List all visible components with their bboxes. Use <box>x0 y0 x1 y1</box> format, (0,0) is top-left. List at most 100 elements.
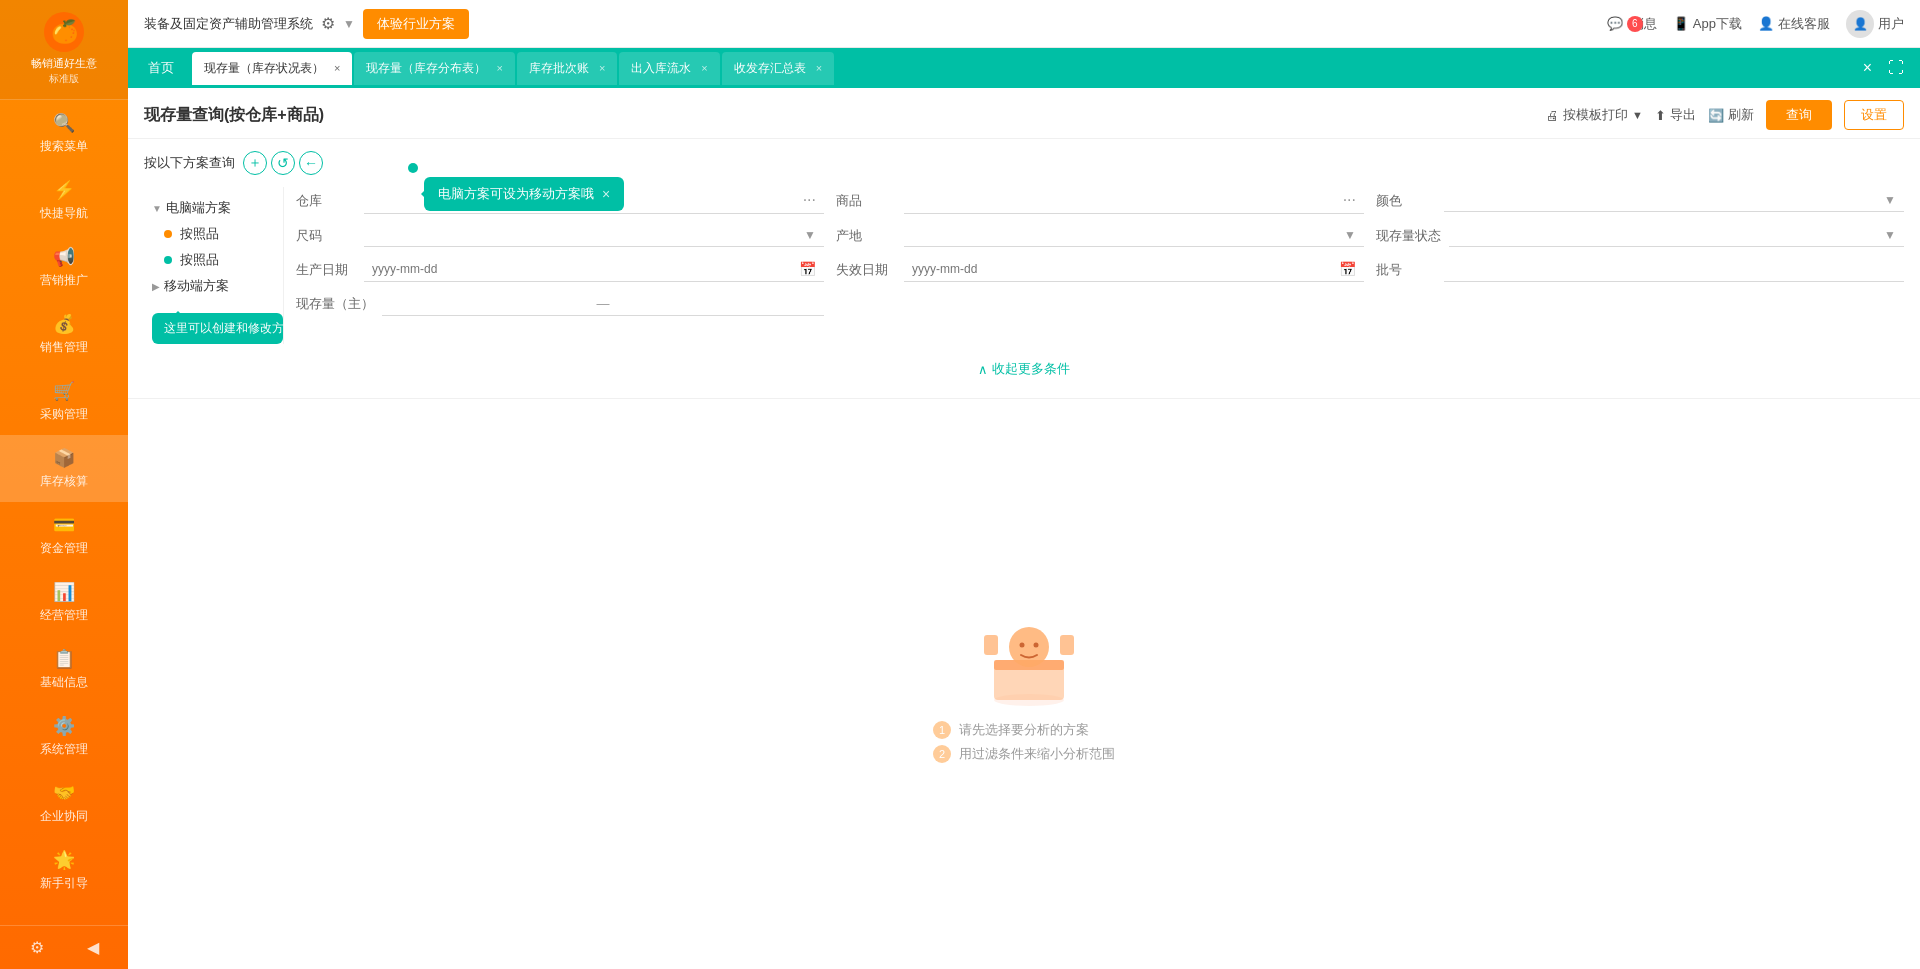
sidebar-item-quicknav[interactable]: ⚡ 快捷导航 <box>0 167 128 234</box>
settings-footer-btn[interactable]: ⚙ <box>26 934 48 961</box>
goods-label: 商品 <box>836 192 896 210</box>
tab-inout-flow[interactable]: 出入库流水 × <box>619 52 719 85</box>
header-left: 装备及固定资产辅助管理系统 ⚙ ▼ 体验行业方案 <box>144 9 469 39</box>
inv-status-label: 现存量状态 <box>1376 227 1441 245</box>
tree-item-sub2[interactable]: 按照品 <box>144 247 283 273</box>
tab-close-1[interactable]: × <box>496 62 502 74</box>
exp-date-calendar-icon[interactable]: 📅 <box>1339 261 1356 277</box>
empty-text: 1 请先选择要分析的方案 2 用过滤条件来缩小分析范围 <box>933 721 1115 763</box>
export-icon: ⬆ <box>1655 108 1666 123</box>
message-btn[interactable]: 💬 6 消息 <box>1607 15 1657 33</box>
collapse-filter-btn[interactable]: ∧ 收起更多条件 <box>144 352 1904 386</box>
main-area: 装备及固定资产辅助管理系统 ⚙ ▼ 体验行业方案 💬 6 消息 📱 App下载 … <box>128 0 1920 969</box>
size-label: 尺码 <box>296 227 356 245</box>
tab-home[interactable]: 首页 <box>132 51 190 85</box>
inv-status-dropdown-icon[interactable]: ▼ <box>1884 228 1896 242</box>
dropdown-arrow-icon[interactable]: ▼ <box>343 17 355 31</box>
tree-item-pc[interactable]: ▼ 电脑端方案 <box>144 195 283 221</box>
exp-date-input[interactable] <box>912 262 1335 276</box>
tab-close-3[interactable]: × <box>701 62 707 74</box>
tab-close-0[interactable]: × <box>334 62 340 74</box>
prod-date-input[interactable] <box>372 262 795 276</box>
svg-point-3 <box>1009 627 1049 667</box>
tree-item-sub1[interactable]: 按照品 <box>144 221 283 247</box>
filter-section-inner: 按以下方案查询 ＋ ↺ ← 电脑方案可设为移动方案哦 × <box>144 151 1904 386</box>
collab-icon: 🤝 <box>53 782 75 804</box>
filter-row-4: 现存量（主） — <box>296 292 1904 316</box>
refresh-btn[interactable]: 🔄 刷新 <box>1708 106 1754 124</box>
tab-inventory-dist[interactable]: 现存量（库存分布表） × <box>354 52 514 85</box>
popup1-close-btn[interactable]: × <box>602 186 610 202</box>
tab-batch-ledger[interactable]: 库存批次账 × <box>517 52 617 85</box>
basic-icon: 📋 <box>53 648 75 670</box>
search-icon: 🔍 <box>53 112 75 134</box>
export-btn[interactable]: ⬆ 导出 <box>1655 106 1696 124</box>
filter-field-inv-qty: 现存量（主） — <box>296 292 824 316</box>
origin-label: 产地 <box>836 227 896 245</box>
inv-qty-label: 现存量（主） <box>296 295 374 313</box>
print-btn[interactable]: 🖨 按模板打印 ▼ <box>1546 106 1643 124</box>
size-dropdown-icon[interactable]: ▼ <box>804 228 816 242</box>
sidebar-item-marketing[interactable]: 📢 营销推广 <box>0 234 128 301</box>
inv-qty-from-input[interactable] <box>390 296 589 311</box>
filter-row-3: 生产日期 📅 失效日期 📅 <box>296 257 1904 282</box>
sidebar-item-search[interactable]: 🔍 搜索菜单 <box>0 100 128 167</box>
user-menu[interactable]: 👤 用户 <box>1846 10 1904 38</box>
tab-close-4[interactable]: × <box>816 62 822 74</box>
sidebar-item-ops[interactable]: 📊 经营管理 <box>0 569 128 636</box>
marketing-icon: 📢 <box>53 246 75 268</box>
warehouse-ellipsis-btn[interactable]: ··· <box>803 191 816 209</box>
sidebar-footer: ⚙ ◀ <box>0 925 128 969</box>
scheme-popup-1: 电脑方案可设为移动方案哦 × <box>424 177 624 211</box>
tabs-bar: 首页 现存量（库存状况表） × 现存量（库存分布表） × 库存批次账 × 出入库… <box>128 48 1920 88</box>
page-title: 现存量查询(按仓库+商品) <box>144 105 324 126</box>
sidebar-item-sales[interactable]: 💰 销售管理 <box>0 301 128 368</box>
sidebar-item-basic[interactable]: 📋 基础信息 <box>0 636 128 703</box>
add-scheme-btn[interactable]: ＋ <box>243 151 267 175</box>
popup2-close-btn[interactable]: × <box>316 322 323 336</box>
arrow-left-btn[interactable]: ← <box>299 151 323 175</box>
print-icon: 🖨 <box>1546 108 1559 123</box>
sidebar-item-collab[interactable]: 🤝 企业协同 <box>0 770 128 837</box>
origin-dropdown-icon[interactable]: ▼ <box>1344 228 1356 242</box>
tab-inventory-status[interactable]: 现存量（库存状况表） × <box>192 52 352 85</box>
settings-btn[interactable]: 设置 <box>1844 100 1904 130</box>
ops-icon: 📊 <box>53 581 75 603</box>
settings-icon[interactable]: ⚙ <box>321 14 335 33</box>
svg-rect-7 <box>1060 635 1074 655</box>
tab-summary[interactable]: 收发存汇总表 × <box>722 52 834 85</box>
sidebar-item-finance[interactable]: 💳 资金管理 <box>0 502 128 569</box>
empty-illustration <box>974 605 1074 705</box>
logo-icon: 🍊 <box>44 12 84 52</box>
tab-close-2[interactable]: × <box>599 62 605 74</box>
empty-step2: 2 用过滤条件来缩小分析范围 <box>933 745 1115 763</box>
print-dropdown-icon: ▼ <box>1632 109 1643 121</box>
goods-ellipsis-btn[interactable]: ··· <box>1343 191 1356 209</box>
color-dropdown-icon[interactable]: ▼ <box>1884 193 1896 207</box>
step1-num: 1 <box>933 721 951 739</box>
sidebar-item-newguide[interactable]: 🌟 新手引导 <box>0 837 128 904</box>
online-service-btn[interactable]: 👤 在线客服 <box>1758 15 1830 33</box>
tree-item-mobile[interactable]: ▶ 移动端方案 <box>144 273 283 299</box>
inv-qty-to-input[interactable] <box>618 296 817 311</box>
refresh-scheme-btn[interactable]: ↺ <box>271 151 295 175</box>
tab-close-all-btn[interactable]: × <box>1859 57 1876 79</box>
industry-btn[interactable]: 体验行业方案 <box>363 9 469 39</box>
app-download-btn[interactable]: 📱 App下载 <box>1673 15 1742 33</box>
query-btn[interactable]: 查询 <box>1766 100 1832 130</box>
tree-label-sub1: 按照品 <box>180 225 219 243</box>
sidebar-item-inventory[interactable]: 📦 库存核算 <box>0 435 128 502</box>
svg-point-5 <box>1034 643 1039 648</box>
tab-fullscreen-btn[interactable]: ⛶ <box>1884 57 1908 79</box>
sidebar-nav: 🔍 搜索菜单 ⚡ 快捷导航 📢 营销推广 💰 销售管理 🛒 采购管理 📦 库存核… <box>0 100 128 925</box>
filter-field-exp-date: 失效日期 📅 <box>836 257 1364 282</box>
sidebar-item-purchase[interactable]: 🛒 采购管理 <box>0 368 128 435</box>
filter-header: 按以下方案查询 ＋ ↺ ← 电脑方案可设为移动方案哦 × <box>144 151 1904 175</box>
prod-date-calendar-icon[interactable]: 📅 <box>799 261 816 277</box>
tree-arrow-pc: ▼ <box>152 203 162 214</box>
collapse-sidebar-btn[interactable]: ◀ <box>83 934 103 961</box>
batch-input[interactable] <box>1452 262 1896 277</box>
service-icon: 👤 <box>1758 16 1774 31</box>
system-icon: ⚙️ <box>53 715 75 737</box>
sidebar-item-system[interactable]: ⚙️ 系统管理 <box>0 703 128 770</box>
